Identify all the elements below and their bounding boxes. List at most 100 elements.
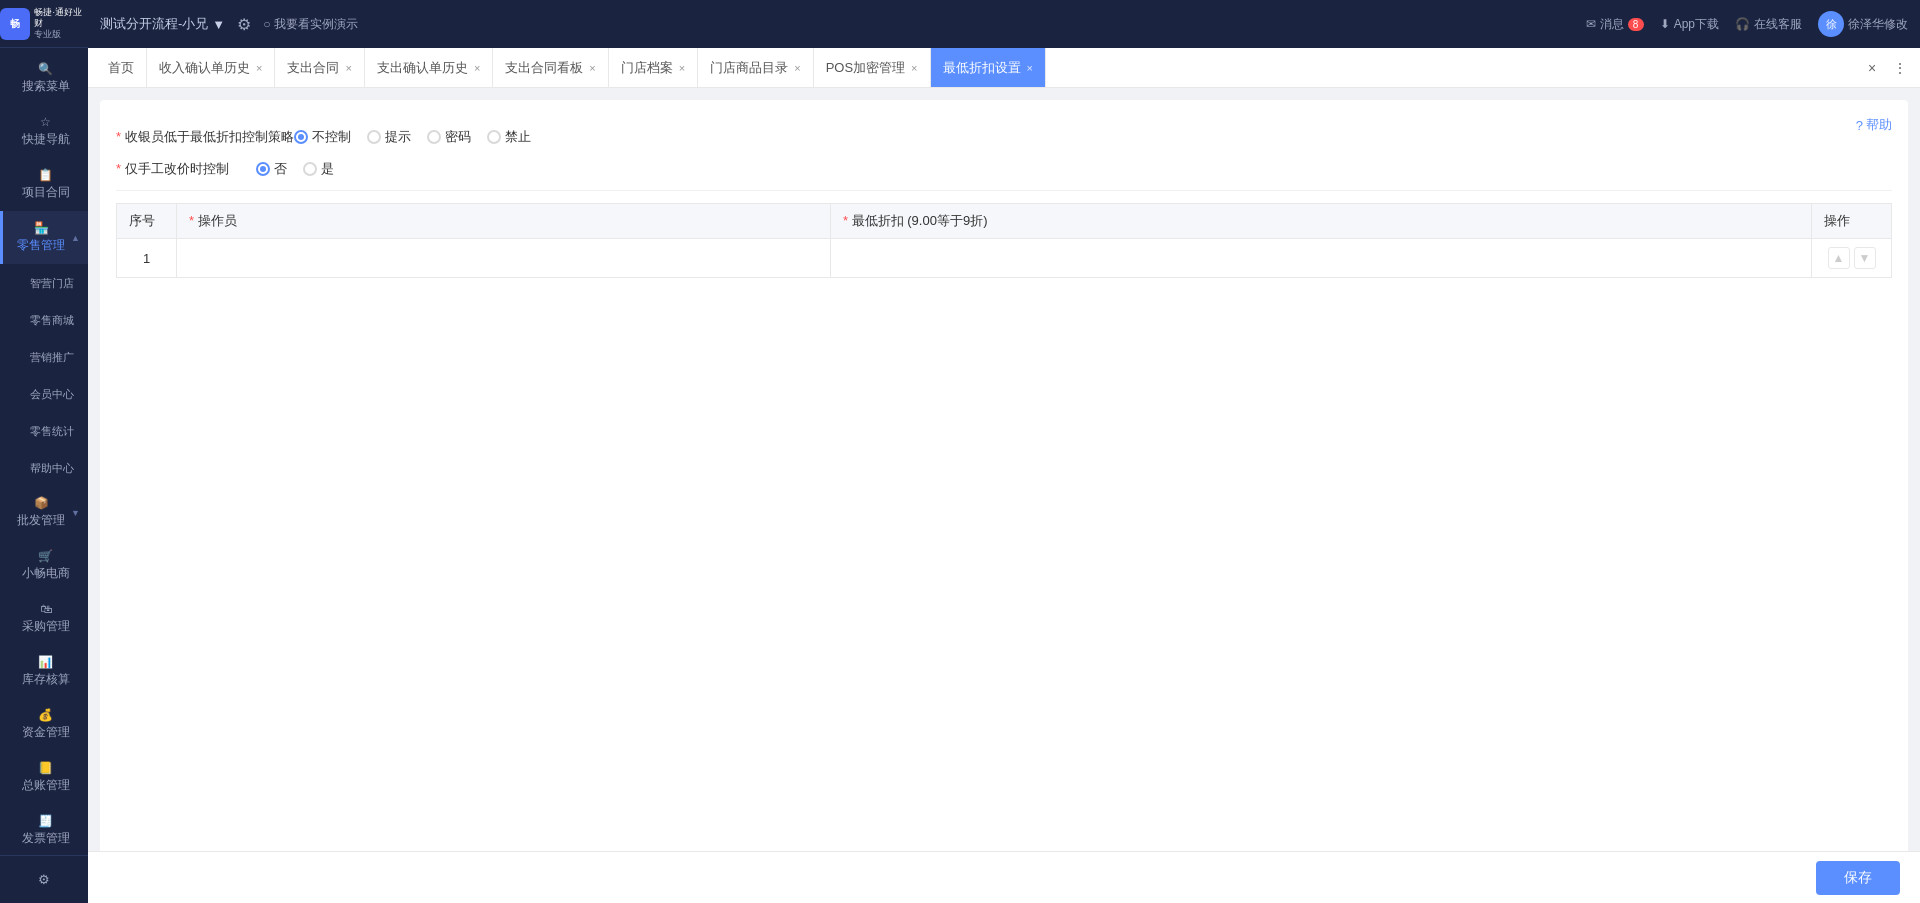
- strategy-option-password[interactable]: 密码: [427, 128, 471, 146]
- strategy-forbid-label: 禁止: [505, 128, 531, 146]
- tab-income-confirm-label: 收入确认单历史: [159, 59, 250, 77]
- tab-store-file-close[interactable]: ×: [679, 62, 685, 74]
- user-name: 徐泽华修改: [1848, 16, 1908, 33]
- content-area: ? 帮助 收银员低于最低折扣控制策略 不控制 提示: [88, 88, 1920, 903]
- tab-payment-contract[interactable]: 支出合同 ×: [275, 48, 364, 88]
- tab-close-button[interactable]: ×: [1860, 56, 1884, 80]
- sidebar-logo: 畅 畅捷·通好业财 专业版: [0, 0, 88, 48]
- sidebar-item-help[interactable]: 帮助中心: [0, 449, 88, 486]
- sidebar-item-retail-mall[interactable]: 零售商城: [0, 301, 88, 338]
- tab-store-goods[interactable]: 门店商品目录 ×: [698, 48, 813, 88]
- radio-remind: [367, 130, 381, 144]
- tab-store-file[interactable]: 门店档案 ×: [609, 48, 698, 88]
- col-header-operator: 操作员: [177, 204, 831, 239]
- manual-control-option-no[interactable]: 否: [256, 160, 287, 178]
- message-icon: ✉: [1586, 17, 1596, 31]
- retail-arrow-icon: ▲: [71, 233, 80, 243]
- question-icon: ?: [1856, 118, 1863, 133]
- tab-payment-contract-close[interactable]: ×: [345, 62, 351, 74]
- sidebar-item-marketing[interactable]: 营销推广: [0, 338, 88, 375]
- finance-icon: 💰: [38, 708, 53, 722]
- strategy-password-label: 密码: [445, 128, 471, 146]
- sidebar-item-purchase[interactable]: 🛍 采购管理: [0, 592, 88, 645]
- tab-min-discount-close[interactable]: ×: [1027, 62, 1033, 74]
- table-row: 1 ▲ ▼: [117, 239, 1892, 278]
- manual-control-option-yes[interactable]: 是: [303, 160, 334, 178]
- page-footer: 保存: [88, 851, 1920, 903]
- demo-text: 我要看实例演示: [274, 16, 358, 33]
- strategy-label: 收银员低于最低折扣控制策略: [116, 128, 294, 146]
- tab-store-goods-close[interactable]: ×: [794, 62, 800, 74]
- sidebar-item-ecommerce[interactable]: 🛒 小畅电商: [0, 539, 88, 592]
- app-logo-icon: 畅: [0, 8, 30, 40]
- cell-action: ▲ ▼: [1812, 239, 1892, 278]
- sidebar-settings[interactable]: ⚙: [0, 855, 88, 903]
- messages-button[interactable]: ✉ 消息 8: [1586, 16, 1644, 33]
- sidebar-item-retail-stat[interactable]: 零售统计: [0, 412, 88, 449]
- sidebar-item-invoice[interactable]: 🧾 发票管理: [0, 804, 88, 855]
- sidebar-item-wholesale[interactable]: 📦 批发管理 ▼: [0, 486, 88, 539]
- sidebar-item-search[interactable]: 🔍 搜索菜单: [0, 52, 88, 105]
- tab-pos-password[interactable]: POS加密管理 ×: [814, 48, 931, 88]
- table-header-row: 序号 操作员 最低折扣 (9.00等于9折) 操作: [117, 204, 1892, 239]
- sidebar-item-accounting[interactable]: 📒 总账管理: [0, 751, 88, 804]
- radio-manual-yes: [303, 162, 317, 176]
- radio-forbid: [487, 130, 501, 144]
- online-service-button[interactable]: 🎧 在线客服: [1735, 16, 1802, 33]
- tab-payment-confirm-close[interactable]: ×: [474, 62, 480, 74]
- settings-icon: ⚙: [38, 872, 50, 887]
- sidebar-item-retail[interactable]: 🏪 零售管理 ▲: [0, 211, 88, 264]
- tabbar-actions: × ⋮: [1860, 56, 1912, 80]
- main-area: 测试分开流程-小兄 ▼ ⚙ ○ 我要看实例演示 ✉ 消息 8 ⬇ App下载 🎧…: [88, 0, 1920, 903]
- sidebar-item-project[interactable]: 📋 项目合同: [0, 158, 88, 211]
- discount-table: 序号 操作员 最低折扣 (9.00等于9折) 操作 1: [116, 203, 1892, 278]
- sidebar-item-inventory[interactable]: 📊 库存核算: [0, 645, 88, 698]
- user-profile-button[interactable]: 徐 徐泽华修改: [1818, 11, 1908, 37]
- table-section: 序号 操作员 最低折扣 (9.00等于9折) 操作 1: [116, 203, 1892, 278]
- demo-icon: ○: [263, 17, 270, 31]
- messages-badge: 8: [1628, 18, 1644, 31]
- tab-income-confirm[interactable]: 收入确认单历史 ×: [147, 48, 275, 88]
- tab-income-confirm-close[interactable]: ×: [256, 62, 262, 74]
- move-down-button[interactable]: ▼: [1854, 247, 1876, 269]
- strategy-option-remind[interactable]: 提示: [367, 128, 411, 146]
- tab-payment-confirm[interactable]: 支出确认单历史 ×: [365, 48, 493, 88]
- sidebar-item-member[interactable]: 会员中心: [0, 375, 88, 412]
- purchase-icon: 🛍: [40, 602, 52, 616]
- ecommerce-icon: 🛒: [38, 549, 53, 563]
- strategy-option-forbid[interactable]: 禁止: [487, 128, 531, 146]
- action-icons: ▲ ▼: [1824, 247, 1879, 269]
- form-row-manual-control: 仅手工改价时控制 否 是: [116, 160, 1892, 178]
- save-button[interactable]: 保存: [1816, 861, 1900, 895]
- wholesale-icon: 📦: [34, 496, 49, 510]
- project-selector[interactable]: 测试分开流程-小兄 ▼: [100, 15, 225, 33]
- app-download-label: App下载: [1674, 16, 1719, 33]
- strategy-option-no-control[interactable]: 不控制: [294, 128, 351, 146]
- retail-icon: 🏪: [34, 221, 49, 235]
- help-link[interactable]: ? 帮助: [1856, 116, 1892, 134]
- messages-label: 消息: [1600, 16, 1624, 33]
- sidebar-item-smart-store[interactable]: 智营门店: [0, 264, 88, 301]
- sidebar: 畅 畅捷·通好业财 专业版 🔍 搜索菜单 ☆ 快捷导航 📋 项目合同 🏪 零售管…: [0, 0, 88, 903]
- star-icon: ☆: [40, 115, 51, 129]
- move-up-button[interactable]: ▲: [1828, 247, 1850, 269]
- sidebar-item-finance[interactable]: 💰 资金管理: [0, 698, 88, 751]
- cell-operator: [177, 239, 831, 278]
- tab-store-goods-label: 门店商品目录: [710, 59, 788, 77]
- cell-seq: 1: [117, 239, 177, 278]
- app-download-button[interactable]: ⬇ App下载: [1660, 16, 1719, 33]
- settings-gear-button[interactable]: ⚙: [237, 15, 251, 34]
- project-icon: 📋: [38, 168, 53, 182]
- tab-payment-board[interactable]: 支出合同看板 ×: [493, 48, 608, 88]
- form-section: 收银员低于最低折扣控制策略 不控制 提示 密码: [116, 116, 1892, 191]
- tab-payment-board-close[interactable]: ×: [589, 62, 595, 74]
- tab-pos-password-close[interactable]: ×: [911, 62, 917, 74]
- demo-link[interactable]: ○ 我要看实例演示: [263, 16, 358, 33]
- tab-home[interactable]: 首页: [96, 48, 147, 88]
- manual-control-label: 仅手工改价时控制: [116, 160, 256, 178]
- tabbar: 首页 收入确认单历史 × 支出合同 × 支出确认单历史 × 支出合同看板 × 门…: [88, 48, 1920, 88]
- tab-min-discount[interactable]: 最低折扣设置 ×: [931, 48, 1046, 88]
- tab-min-discount-label: 最低折扣设置: [943, 59, 1021, 77]
- sidebar-item-quick-nav[interactable]: ☆ 快捷导航: [0, 105, 88, 158]
- tab-menu-button[interactable]: ⋮: [1888, 56, 1912, 80]
